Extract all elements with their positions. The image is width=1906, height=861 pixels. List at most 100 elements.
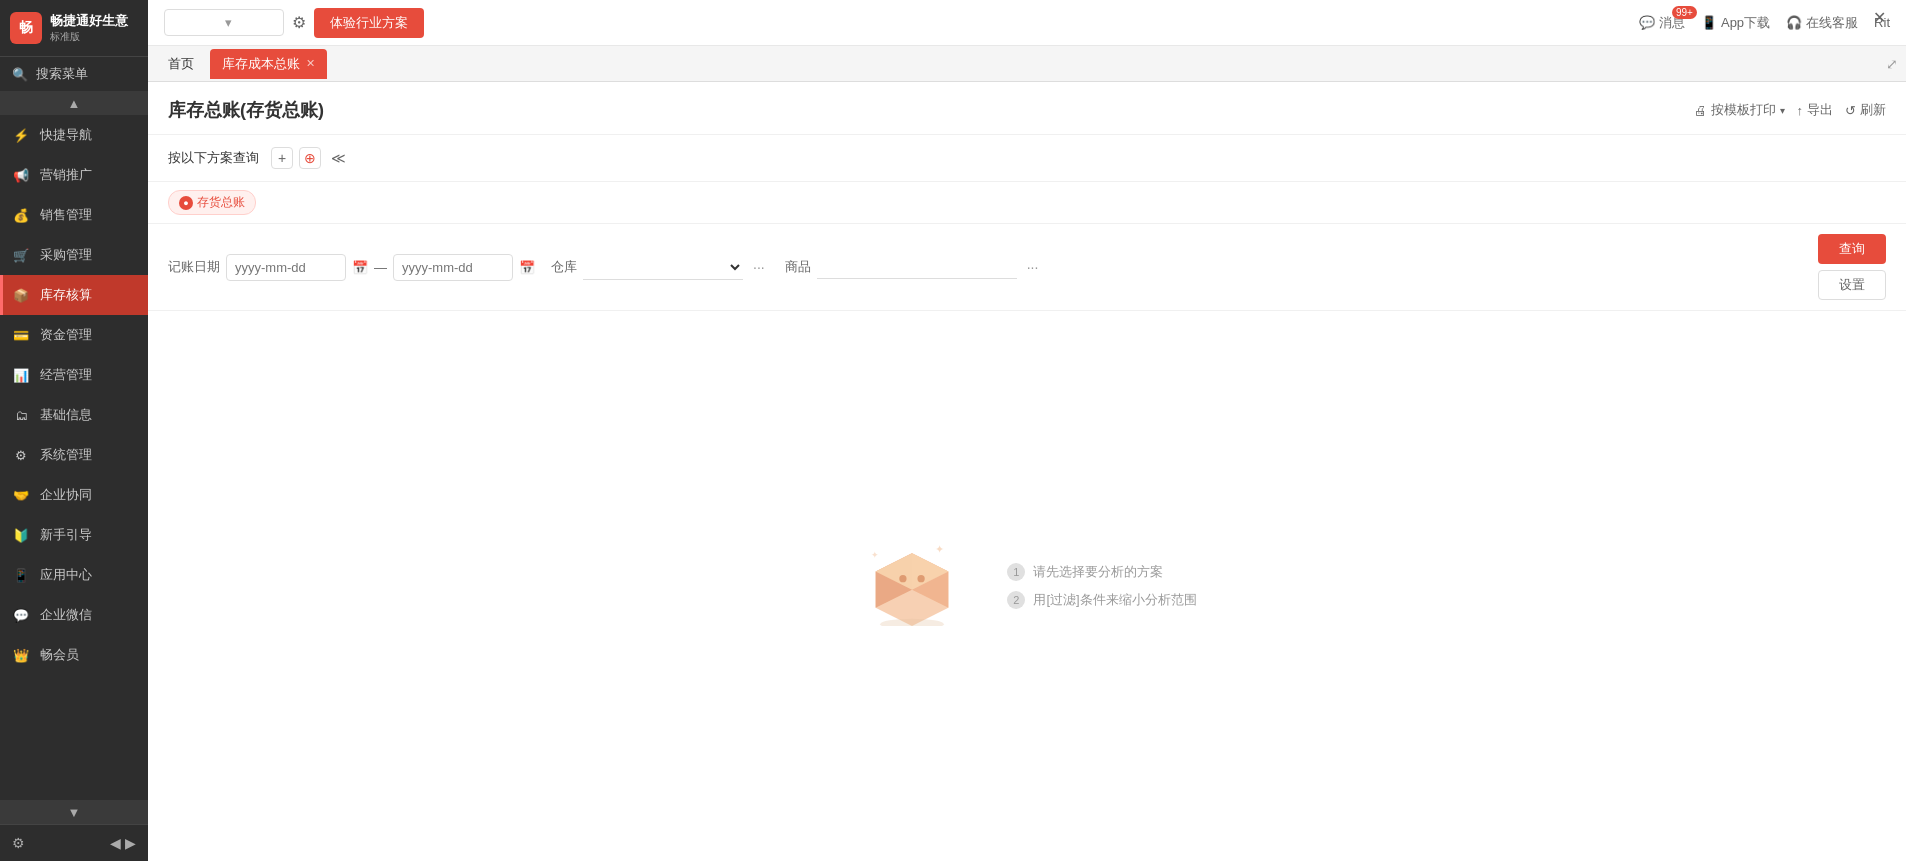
cooperation-icon: 🤝: [12, 486, 30, 504]
goods-more-icon[interactable]: ···: [1023, 255, 1043, 279]
logo-icon: 畅: [10, 12, 42, 44]
sidebar-item-system[interactable]: ⚙ 系统管理: [0, 435, 148, 475]
sidebar-item-apps[interactable]: 📱 应用中心: [0, 555, 148, 595]
purchase-icon: 🛒: [12, 246, 30, 264]
apps-icon: 📱: [12, 566, 30, 584]
tab-close-icon[interactable]: ✕: [306, 57, 315, 70]
settings-button[interactable]: 设置: [1818, 270, 1886, 300]
system-icon: ⚙: [12, 446, 30, 464]
date-end-input[interactable]: [393, 254, 513, 281]
sidebar-item-marketing[interactable]: 📢 营销推广: [0, 155, 148, 195]
filter-row: 记账日期 📅 — 📅 仓库 ··· 商品 ··· 查询: [148, 224, 1906, 311]
main-area: ▾ ⚙ 体验行业方案 💬 消息 99+ 📱 App下载 🎧 在线客服 Rit: [148, 0, 1906, 861]
empty-hints: 1 请先选择要分析的方案 2 用[过滤]条件来缩小分析范围: [1007, 563, 1196, 609]
svg-point-5: [918, 575, 925, 582]
sidebar-nav: ⚡ 快捷导航 📢 营销推广 💰 销售管理 🛒 采购管理 📦 库存核算 💳 资金管…: [0, 115, 148, 800]
sidebar-item-member[interactable]: 👑 畅会员: [0, 635, 148, 675]
collapse-icon[interactable]: ◀ ▶: [110, 835, 136, 851]
topbar: ▾ ⚙ 体验行业方案 💬 消息 99+ 📱 App下载 🎧 在线客服 Rit: [148, 0, 1906, 46]
goods-field: 商品 ···: [785, 255, 1043, 279]
date-field: 记账日期 📅 — 📅: [168, 254, 535, 281]
sidebar-item-newbie[interactable]: 🔰 新手引导: [0, 515, 148, 555]
scheme-selector[interactable]: ▾: [164, 9, 284, 36]
marketing-icon: 📢: [12, 166, 30, 184]
sidebar-item-finance[interactable]: 💳 资金管理: [0, 315, 148, 355]
scroll-down-btn[interactable]: ▼: [0, 800, 148, 824]
hint-num-2: 2: [1007, 591, 1025, 609]
date-start-input[interactable]: [226, 254, 346, 281]
filter-collapse-button[interactable]: ≪: [327, 147, 349, 169]
refresh-icon: ↺: [1845, 103, 1856, 118]
topbar-left: ▾ ⚙ 体验行业方案: [164, 8, 1627, 38]
app-logo: 畅 畅捷通好生意 标准版: [0, 0, 148, 57]
warehouse-more-icon[interactable]: ···: [749, 255, 769, 279]
sidebar: 畅 畅捷通好生意 标准版 🔍 搜索菜单 ▲ ⚡ 快捷导航 📢 营销推广 💰 销售…: [0, 0, 148, 861]
headset-icon: 🎧: [1786, 15, 1802, 30]
filter-set-button[interactable]: ⊕: [299, 147, 321, 169]
basic-icon: 🗂: [12, 406, 30, 424]
sidebar-item-shortcut[interactable]: ⚡ 快捷导航: [0, 115, 148, 155]
tab-home[interactable]: 首页: [156, 49, 206, 79]
filter-add-button[interactable]: +: [271, 147, 293, 169]
newbie-icon: 🔰: [12, 526, 30, 544]
sidebar-item-basic[interactable]: 🗂 基础信息: [0, 395, 148, 435]
sidebar-item-purchase[interactable]: 🛒 采购管理: [0, 235, 148, 275]
settings-icon[interactable]: ⚙: [12, 835, 25, 851]
tabbar: 首页 库存成本总账 ✕ ✕ ⤢: [148, 46, 1906, 82]
sales-icon: 💰: [12, 206, 30, 224]
messages-button[interactable]: 💬 消息 99+: [1639, 14, 1685, 32]
filter-bar: 按以下方案查询 + ⊕ ≪: [148, 135, 1906, 182]
empty-state: ✦ ✦ 1 请先选择要分析的方案 2 用[过滤]条件来缩小分析范围: [148, 311, 1906, 861]
logo-text: 畅捷通好生意 标准版: [50, 12, 128, 44]
scheme-placeholder: [173, 14, 221, 31]
wechat-icon: 💬: [12, 606, 30, 624]
scheme-trial-button[interactable]: 体验行业方案: [314, 8, 424, 38]
export-icon: ↑: [1797, 103, 1804, 118]
sidebar-item-management[interactable]: 📊 经营管理: [0, 355, 148, 395]
svg-text:✦: ✦: [935, 543, 944, 555]
scroll-up-btn[interactable]: ▲: [0, 91, 148, 115]
online-service-button[interactable]: 🎧 在线客服: [1786, 14, 1858, 32]
print-dropdown-icon: ▾: [1780, 105, 1785, 116]
filter-right-btns: 查询 设置: [1818, 234, 1886, 300]
page-content: 库存总账(存货总账) 🖨 按模板打印 ▾ ↑ 导出 ↺ 刷新 按以下方案查询: [148, 82, 1906, 861]
page-header: 库存总账(存货总账) 🖨 按模板打印 ▾ ↑ 导出 ↺ 刷新: [148, 82, 1906, 135]
query-button[interactable]: 查询: [1818, 234, 1886, 264]
print-button[interactable]: 🖨 按模板打印 ▾: [1694, 101, 1785, 119]
date-label: 记账日期: [168, 258, 220, 276]
scheme-tag[interactable]: ● 存货总账: [168, 190, 256, 215]
filter-section-label: 按以下方案查询: [168, 149, 259, 167]
message-icon: 💬: [1639, 15, 1655, 30]
sidebar-item-cooperation[interactable]: 🤝 企业协同: [0, 475, 148, 515]
svg-point-4: [900, 575, 907, 582]
tab-inventory-ledger[interactable]: 库存成本总账 ✕: [210, 49, 327, 79]
svg-point-8: [881, 619, 945, 626]
print-icon: 🖨: [1694, 103, 1707, 118]
messages-badge: 99+: [1672, 6, 1697, 19]
export-button[interactable]: ↑ 导出: [1797, 101, 1834, 119]
inventory-icon: 📦: [12, 286, 30, 304]
goods-input[interactable]: [817, 255, 1017, 279]
topbar-right: 💬 消息 99+ 📱 App下载 🎧 在线客服 Rit: [1639, 14, 1890, 32]
refresh-button[interactable]: ↺ 刷新: [1845, 101, 1886, 119]
search-icon: 🔍: [12, 67, 28, 82]
calendar-end-icon[interactable]: 📅: [519, 260, 535, 275]
sidebar-item-inventory[interactable]: 📦 库存核算: [0, 275, 148, 315]
goods-label: 商品: [785, 258, 811, 276]
member-icon: 👑: [12, 646, 30, 664]
sidebar-search[interactable]: 🔍 搜索菜单: [0, 57, 148, 91]
close-panel-button[interactable]: ✕: [1873, 8, 1886, 27]
scheme-area: ● 存货总账: [148, 182, 1906, 224]
app-download-button[interactable]: 📱 App下载: [1701, 14, 1770, 32]
filter-actions: + ⊕ ≪: [271, 147, 349, 169]
hint-item-1: 1 请先选择要分析的方案: [1007, 563, 1196, 581]
warehouse-select[interactable]: [583, 254, 743, 280]
page-header-actions: 🖨 按模板打印 ▾ ↑ 导出 ↺ 刷新: [1694, 101, 1887, 119]
warehouse-field: 仓库 ···: [551, 254, 769, 280]
hint-num-1: 1: [1007, 563, 1025, 581]
sidebar-item-sales[interactable]: 💰 销售管理: [0, 195, 148, 235]
sidebar-item-wechat[interactable]: 💬 企业微信: [0, 595, 148, 635]
expand-icon[interactable]: ⤢: [1886, 56, 1898, 72]
calendar-start-icon[interactable]: 📅: [352, 260, 368, 275]
topbar-gear-icon[interactable]: ⚙: [292, 13, 306, 32]
